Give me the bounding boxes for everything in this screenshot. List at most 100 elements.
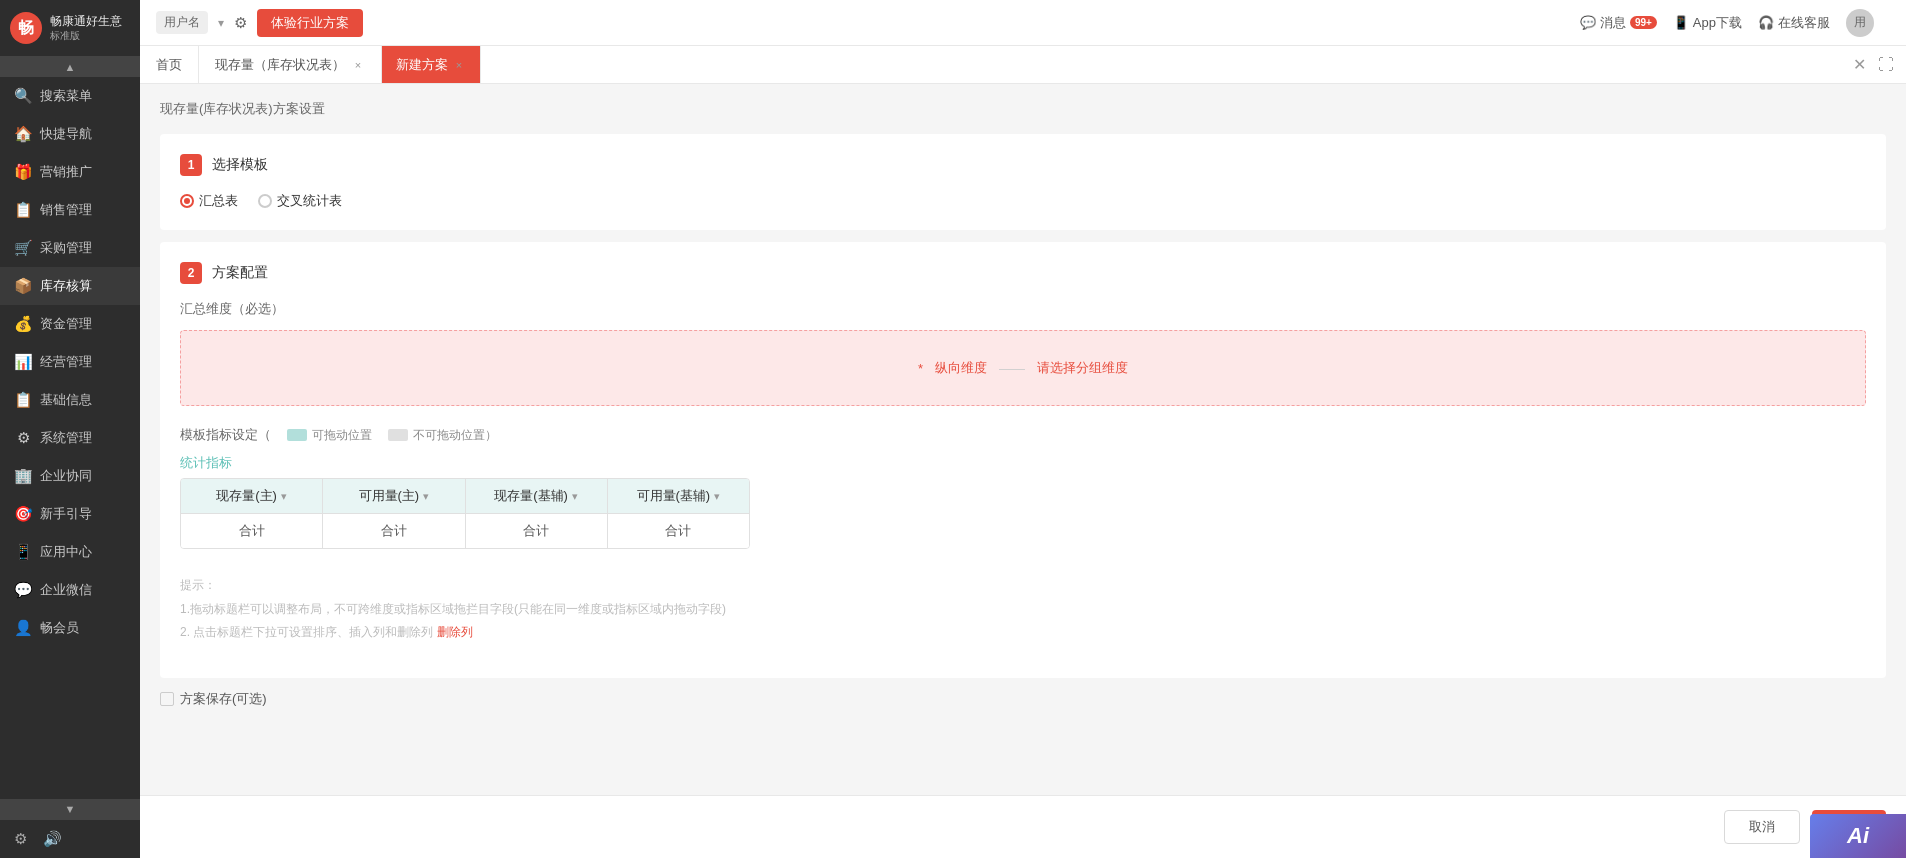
tab-home-label: 首页: [156, 56, 182, 74]
indicators-label-text: 模板指标设定（: [180, 426, 271, 444]
sidebar-logo: 畅 畅康通好生意 标准版: [0, 0, 140, 57]
trial-btn[interactable]: 体验行业方案: [257, 9, 363, 37]
sidebar-item-label: 新手引导: [40, 505, 92, 523]
sales-icon: 📋: [14, 201, 32, 219]
topbar-user: 用户名: [156, 11, 208, 34]
stats-col-1-label: 可用量(主): [359, 487, 420, 505]
stats-table: 现存量(主) ▾ 可用量(主) ▾ 现存量(基辅) ▾ 可用量(基辅) ▾: [180, 478, 750, 549]
sidebar-item-inventory[interactable]: 📦 库存核算: [0, 267, 140, 305]
gift-icon: 🎁: [14, 163, 32, 181]
stats-col-2[interactable]: 现存量(基辅) ▾: [466, 479, 608, 513]
search-icon: 🔍: [14, 87, 32, 105]
sidebar-item-shortcut[interactable]: 🏠 快捷导航: [0, 115, 140, 153]
sidebar: 畅 畅康通好生意 标准版 ▲ 🔍 搜索菜单 🏠 快捷导航 🎁 营销推广 📋 销售…: [0, 0, 140, 858]
tabs-bar: 首页 现存量（库存状况表） × 新建方案 × ✕ ⛶: [140, 46, 1906, 84]
stats-footer-1: 合计: [323, 514, 465, 548]
dropdown-icon[interactable]: ▾: [218, 16, 224, 30]
sidebar-item-label: 企业微信: [40, 581, 92, 599]
online-service-label: 在线客服: [1778, 14, 1830, 32]
sidebar-scroll-up[interactable]: ▲: [0, 57, 140, 77]
save-checkbox[interactable]: [160, 692, 174, 706]
sidebar-item-label: 营销推广: [40, 163, 92, 181]
tips-title: 提示：: [180, 577, 1866, 594]
online-service-action[interactable]: 🎧 在线客服: [1758, 14, 1830, 32]
dimension-required-mark: *: [918, 361, 923, 376]
radio-summary-dot: [184, 198, 190, 204]
tabs-close-icon[interactable]: ✕: [1849, 51, 1870, 78]
sidebar-item-appstore[interactable]: 📱 应用中心: [0, 533, 140, 571]
sidebar-item-finance[interactable]: 💰 资金管理: [0, 305, 140, 343]
sidebar-item-label: 经营管理: [40, 353, 92, 371]
radio-cross-circle: [258, 194, 272, 208]
topbar-gear-icon[interactable]: ⚙: [234, 14, 247, 32]
wechat-icon: 💬: [14, 581, 32, 599]
tab-new-plan[interactable]: 新建方案 ×: [382, 46, 481, 83]
sidebar-item-label: 快捷导航: [40, 125, 92, 143]
sidebar-item-operation[interactable]: 📊 经营管理: [0, 343, 140, 381]
cancel-button[interactable]: 取消: [1724, 810, 1800, 844]
sidebar-item-basic[interactable]: 📋 基础信息: [0, 381, 140, 419]
sidebar-item-label: 企业协同: [40, 467, 92, 485]
stats-col-1[interactable]: 可用量(主) ▾: [323, 479, 465, 513]
tab-inventory-status[interactable]: 现存量（库存状况表） ×: [199, 46, 382, 83]
sidebar-item-member[interactable]: 👤 畅会员: [0, 609, 140, 647]
money-icon: 💰: [14, 315, 32, 333]
sidebar-item-sales[interactable]: 📋 销售管理: [0, 191, 140, 229]
home-icon: 🏠: [14, 125, 32, 143]
settings-icon[interactable]: ⚙: [14, 830, 27, 848]
sidebar-item-search[interactable]: 🔍 搜索菜单: [0, 77, 140, 115]
bottom-bar: 取消 查询: [140, 795, 1906, 858]
cart-icon: 🛒: [14, 239, 32, 257]
message-label: 消息: [1600, 14, 1626, 32]
stats-col-3-arrow: ▾: [714, 490, 720, 503]
radio-summary[interactable]: 汇总表: [180, 192, 238, 210]
sidebar-item-label: 采购管理: [40, 239, 92, 257]
stats-col-2-label: 现存量(基辅): [494, 487, 568, 505]
tab-new-plan-close[interactable]: ×: [452, 58, 466, 72]
step2-badge: 2: [180, 262, 202, 284]
legend-draggable-box: [287, 429, 307, 441]
stats-footer-3: 合计: [608, 514, 749, 548]
page-title: 现存量(库存状况表)方案设置: [160, 100, 1886, 118]
sidebar-item-marketing[interactable]: 🎁 营销推广: [0, 153, 140, 191]
section-step1: 1 选择模板 汇总表 交叉统计表: [160, 134, 1886, 230]
message-action[interactable]: 💬 消息 99+: [1580, 14, 1657, 32]
stats-col-0[interactable]: 现存量(主) ▾: [181, 479, 323, 513]
chart-icon: 📊: [14, 353, 32, 371]
download-icon: 📱: [1673, 15, 1689, 30]
ai-badge[interactable]: Ai: [1810, 814, 1906, 858]
stats-footer-0: 合计: [181, 514, 323, 548]
sidebar-scroll-down[interactable]: ▼: [0, 799, 140, 819]
dimension-dash: ——: [999, 361, 1025, 376]
sidebar-item-enterprise[interactable]: 🏢 企业协同: [0, 457, 140, 495]
legend-non-draggable: 不可拖动位置）: [388, 427, 497, 444]
tabs-expand-icon[interactable]: ⛶: [1874, 52, 1898, 78]
dimension-area[interactable]: * 纵向维度 —— 请选择分组维度: [180, 330, 1866, 406]
radio-cross-label: 交叉统计表: [277, 192, 342, 210]
app-edition: 标准版: [50, 29, 122, 43]
service-icon: 🎧: [1758, 15, 1774, 30]
volume-icon[interactable]: 🔊: [43, 830, 62, 848]
sidebar-item-wechat[interactable]: 💬 企业微信: [0, 571, 140, 609]
sidebar-item-system[interactable]: ⚙ 系统管理: [0, 419, 140, 457]
enterprise-icon: 🏢: [14, 467, 32, 485]
tabs-right-actions: ✕ ⛶: [1849, 51, 1906, 78]
tab-new-plan-label: 新建方案: [396, 56, 448, 74]
tab-inventory-status-label: 现存量（库存状况表）: [215, 56, 345, 74]
stats-col-3[interactable]: 可用量(基辅) ▾: [608, 479, 749, 513]
tab-inventory-close[interactable]: ×: [351, 58, 365, 72]
sidebar-nav: 🔍 搜索菜单 🏠 快捷导航 🎁 营销推广 📋 销售管理 🛒 采购管理 📦 库存核…: [0, 77, 140, 799]
sidebar-item-purchase[interactable]: 🛒 采购管理: [0, 229, 140, 267]
stats-table-footer: 合计 合计 合计 合计: [181, 513, 749, 548]
sidebar-item-label: 基础信息: [40, 391, 92, 409]
sidebar-item-newbie[interactable]: 🎯 新手引导: [0, 495, 140, 533]
radio-summary-circle: [180, 194, 194, 208]
user-avatar[interactable]: 用: [1846, 9, 1874, 37]
radio-cross[interactable]: 交叉统计表: [258, 192, 342, 210]
tab-home[interactable]: 首页: [140, 46, 199, 83]
sidebar-item-label: 销售管理: [40, 201, 92, 219]
step2-header: 2 方案配置: [180, 262, 1866, 284]
tips-link-delete[interactable]: 删除列: [437, 625, 473, 639]
app-download-action[interactable]: 📱 App下载: [1673, 14, 1742, 32]
legend-draggable-label: 可拖动位置: [312, 427, 372, 444]
